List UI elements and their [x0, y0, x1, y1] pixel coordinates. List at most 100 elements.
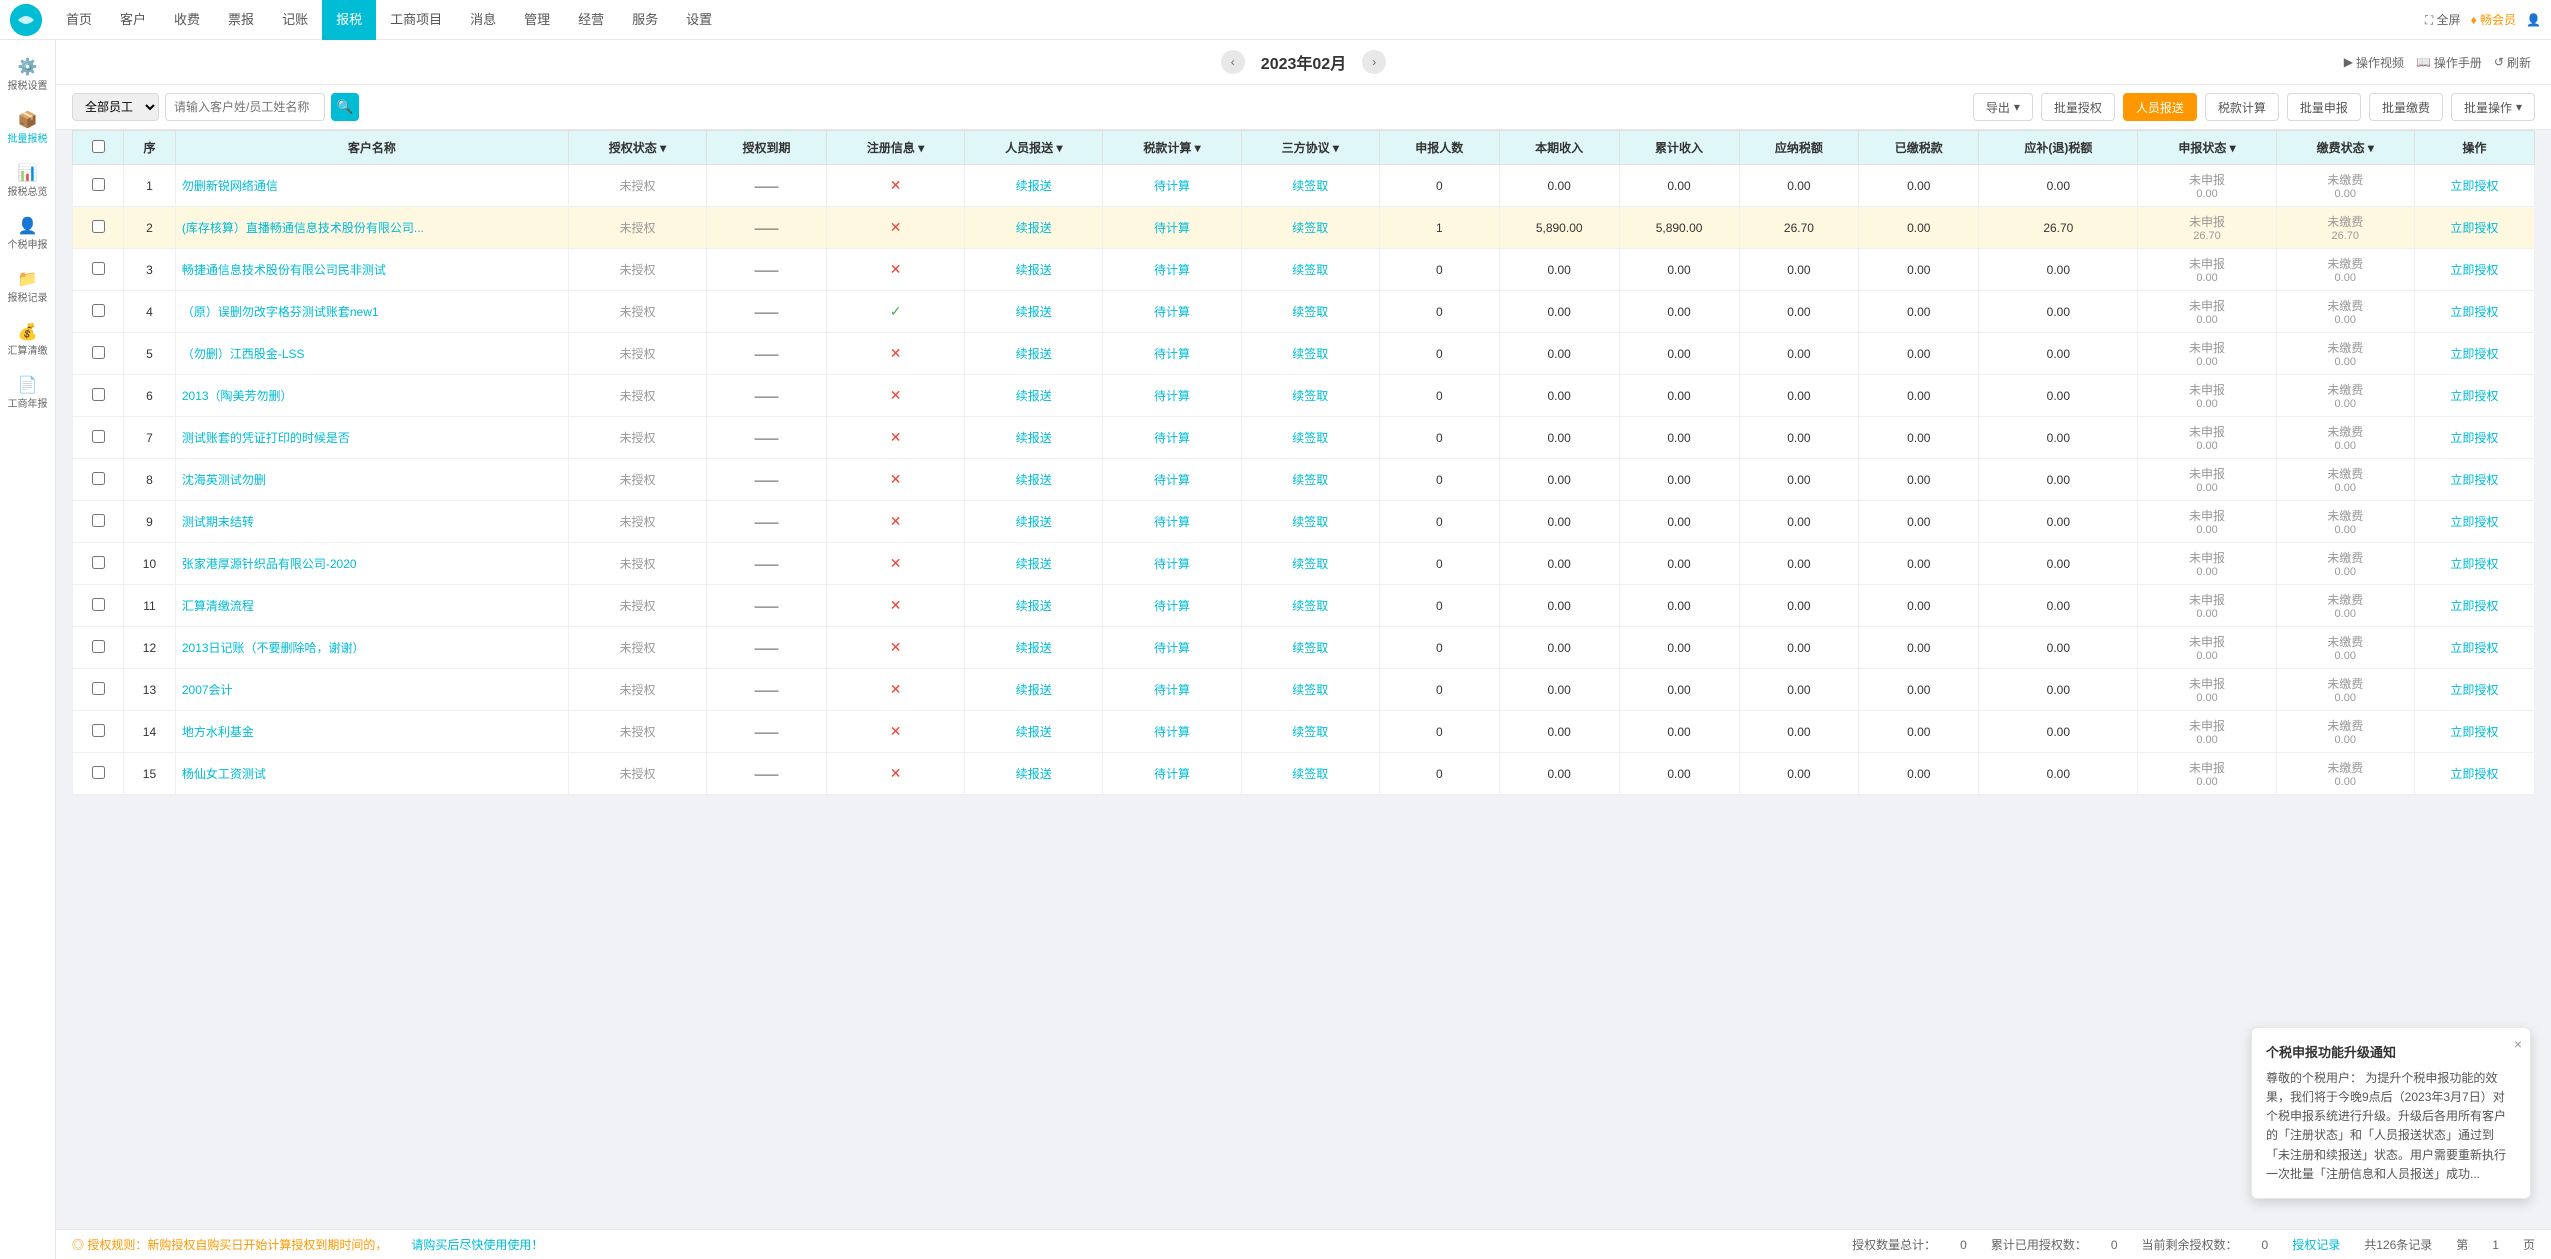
row-checkbox[interactable] — [92, 598, 105, 611]
report-link[interactable]: 续报送 — [1016, 347, 1052, 361]
auth-record-link[interactable]: 授权记录 — [2292, 1236, 2340, 1253]
tax-calc-link[interactable]: 待计算 — [1154, 767, 1190, 781]
third-party-link[interactable]: 续签取 — [1292, 557, 1328, 571]
batch-fee-button[interactable]: 批量缴费 — [2369, 93, 2443, 121]
tax-calc-link[interactable]: 待计算 — [1154, 515, 1190, 529]
op-auth-link[interactable]: 立即授权 — [2450, 515, 2498, 529]
batch-declare-button[interactable]: 批量申报 — [2287, 93, 2361, 121]
op-auth-link[interactable]: 立即授权 — [2450, 683, 2498, 697]
customer-name-link[interactable]: 2013日记账（不要删除哈，谢谢） — [182, 641, 365, 655]
report-link[interactable]: 续报送 — [1016, 599, 1052, 613]
customer-name-link[interactable]: 汇算清缴流程 — [182, 599, 254, 613]
report-link[interactable]: 续报送 — [1016, 557, 1052, 571]
row-checkbox[interactable] — [92, 304, 105, 317]
tax-calc-link[interactable]: 待计算 — [1154, 179, 1190, 193]
customer-name-link[interactable]: 2013（陶美芳勿删） — [182, 389, 293, 403]
third-party-link[interactable]: 续签取 — [1292, 305, 1328, 319]
op-auth-link[interactable]: 立即授权 — [2450, 725, 2498, 739]
report-link[interactable]: 续报送 — [1016, 263, 1052, 277]
tax-calc-link[interactable]: 待计算 — [1154, 599, 1190, 613]
report-link[interactable]: 续报送 — [1016, 641, 1052, 655]
third-party-link[interactable]: 续签取 — [1292, 683, 1328, 697]
third-party-link[interactable]: 续签取 — [1292, 641, 1328, 655]
notification-close-btn[interactable]: × — [2514, 1036, 2522, 1052]
nav-home[interactable]: 首页 — [52, 0, 106, 40]
customer-name-link[interactable]: 沈海英测试勿删 — [182, 473, 266, 487]
report-link[interactable]: 续报送 — [1016, 221, 1052, 235]
third-party-link[interactable]: 续签取 — [1292, 725, 1328, 739]
tax-calc-link[interactable]: 待计算 — [1154, 263, 1190, 277]
third-party-link[interactable]: 续签取 — [1292, 767, 1328, 781]
member-btn[interactable]: ♦ 畅会员 — [2471, 11, 2516, 28]
next-period-btn[interactable]: › — [1362, 50, 1386, 74]
nav-customer[interactable]: 客户 — [106, 0, 160, 40]
nav-commerce[interactable]: 工商项目 — [376, 0, 456, 40]
nav-fee[interactable]: 收费 — [160, 0, 214, 40]
row-checkbox[interactable] — [92, 178, 105, 191]
customer-name-link[interactable]: 畅捷通信息技术股份有限公司民非测试 — [182, 263, 386, 277]
tax-calc-button[interactable]: 税款计算 — [2205, 93, 2279, 121]
op-auth-link[interactable]: 立即授权 — [2450, 305, 2498, 319]
batch-ops-button[interactable]: 批量操作 ▾ — [2451, 93, 2535, 121]
sidebar-item-tax-settings[interactable]: ⚙️ 报税设置 — [0, 48, 55, 101]
third-party-link[interactable]: 续签取 — [1292, 221, 1328, 235]
refresh-action[interactable]: ↺ 刷新 — [2494, 54, 2531, 71]
op-auth-link[interactable]: 立即授权 — [2450, 599, 2498, 613]
nav-service[interactable]: 服务 — [618, 0, 672, 40]
report-link[interactable]: 续报送 — [1016, 683, 1052, 697]
row-checkbox[interactable] — [92, 640, 105, 653]
user-avatar[interactable]: 👤 — [2526, 13, 2541, 27]
auth-link[interactable]: 请购买后尽快使用使用！ — [411, 1236, 543, 1253]
batch-auth-button[interactable]: 批量授权 — [2041, 93, 2115, 121]
search-input[interactable] — [165, 93, 325, 121]
customer-name-link[interactable]: (库存核算）直播畅通信息技术股份有限公司... — [182, 221, 424, 235]
fullscreen-btn[interactable]: ⛶ 全屏 — [2425, 11, 2461, 28]
customer-name-link[interactable]: 杨仙女工资测试 — [182, 767, 266, 781]
third-party-link[interactable]: 续签取 — [1292, 473, 1328, 487]
op-auth-link[interactable]: 立即授权 — [2450, 431, 2498, 445]
tax-calc-link[interactable]: 待计算 — [1154, 389, 1190, 403]
tax-calc-link[interactable]: 待计算 — [1154, 725, 1190, 739]
report-link[interactable]: 续报送 — [1016, 725, 1052, 739]
op-auth-link[interactable]: 立即授权 — [2450, 389, 2498, 403]
nav-settings[interactable]: 设置 — [672, 0, 726, 40]
tax-calc-link[interactable]: 待计算 — [1154, 557, 1190, 571]
op-auth-link[interactable]: 立即授权 — [2450, 347, 2498, 361]
third-party-link[interactable]: 续签取 — [1292, 389, 1328, 403]
report-link[interactable]: 续报送 — [1016, 305, 1052, 319]
row-checkbox[interactable] — [92, 724, 105, 737]
customer-name-link[interactable]: 勿删新锐网络通信 — [182, 179, 278, 193]
third-party-link[interactable]: 续签取 — [1292, 599, 1328, 613]
employee-filter[interactable]: 全部员工 — [72, 93, 159, 121]
third-party-link[interactable]: 续签取 — [1292, 431, 1328, 445]
prev-period-btn[interactable]: ‹ — [1221, 50, 1245, 74]
report-link[interactable]: 续报送 — [1016, 473, 1052, 487]
tax-calc-link[interactable]: 待计算 — [1154, 431, 1190, 445]
third-party-link[interactable]: 续签取 — [1292, 179, 1328, 193]
customer-name-link[interactable]: 张家港厚源针织品有限公司-2020 — [182, 557, 357, 571]
report-link[interactable]: 续报送 — [1016, 179, 1052, 193]
row-checkbox[interactable] — [92, 262, 105, 275]
report-link[interactable]: 续报送 — [1016, 515, 1052, 529]
tax-calc-link[interactable]: 待计算 — [1154, 641, 1190, 655]
row-checkbox[interactable] — [92, 346, 105, 359]
row-checkbox[interactable] — [92, 682, 105, 695]
select-all-checkbox[interactable] — [92, 140, 105, 153]
tax-calc-link[interactable]: 待计算 — [1154, 347, 1190, 361]
customer-name-link[interactable]: 地方水利基金 — [182, 725, 254, 739]
sidebar-item-tax-overview[interactable]: 📊 报税总览 — [0, 154, 55, 207]
sidebar-item-annual-report[interactable]: 📄 工商年报 — [0, 366, 55, 419]
tax-calc-link[interactable]: 待计算 — [1154, 473, 1190, 487]
op-auth-link[interactable]: 立即授权 — [2450, 221, 2498, 235]
third-party-link[interactable]: 续签取 — [1292, 347, 1328, 361]
customer-name-link[interactable]: （原）误删勿改字格芬测试账套new1 — [182, 305, 379, 319]
third-party-link[interactable]: 续签取 — [1292, 263, 1328, 277]
export-button[interactable]: 导出 ▾ — [1973, 93, 2033, 121]
sidebar-item-settlement[interactable]: 💰 汇算清缴 — [0, 313, 55, 366]
row-checkbox[interactable] — [92, 220, 105, 233]
personnel-report-button[interactable]: 人员报送 — [2123, 93, 2197, 121]
op-auth-link[interactable]: 立即授权 — [2450, 263, 2498, 277]
row-checkbox[interactable] — [92, 766, 105, 779]
sidebar-item-tax-record[interactable]: 📁 报税记录 — [0, 260, 55, 313]
nav-tax[interactable]: 报税 — [322, 0, 376, 40]
